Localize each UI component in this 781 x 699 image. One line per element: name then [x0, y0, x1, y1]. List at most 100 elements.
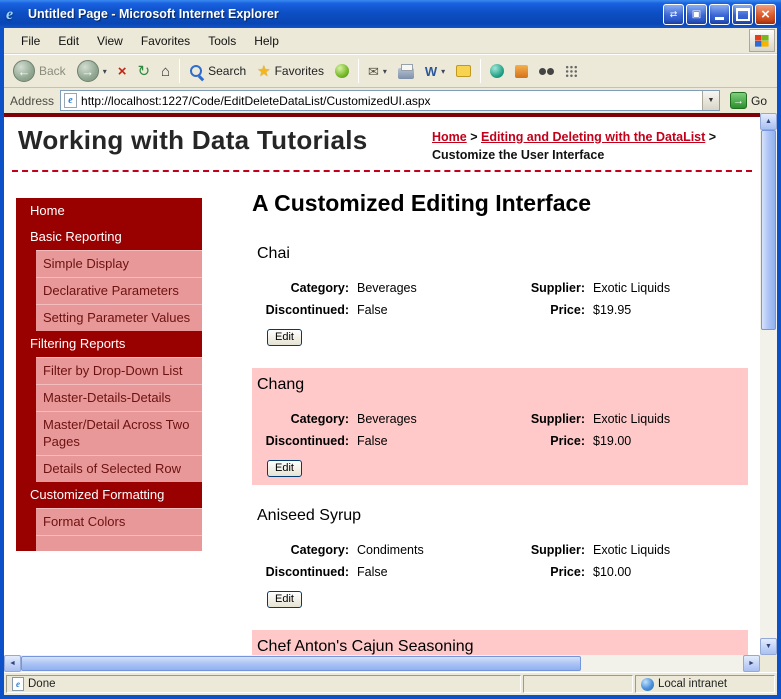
grid-icon [565, 64, 579, 78]
sidebar-item[interactable]: Declarative Parameters [36, 277, 202, 305]
category-value: Beverages [357, 281, 417, 296]
edit-button[interactable]: Edit [267, 460, 302, 478]
favorites-label: Favorites [274, 64, 324, 78]
horizontal-scrollbar[interactable] [4, 655, 760, 672]
menu-favorites[interactable]: Favorites [132, 31, 199, 51]
scroll-up-button[interactable] [760, 113, 777, 130]
scroll-left-button[interactable] [4, 655, 21, 672]
sidebar-item[interactable]: Simple Display [36, 250, 202, 278]
price-label: Price: [550, 303, 585, 318]
sidebar-item[interactable]: Details of Selected Row [36, 455, 202, 483]
mail-button[interactable] [363, 62, 392, 81]
page-body: Home Basic Reporting Simple Display Declara… [4, 172, 760, 655]
status-pane: Done [6, 675, 521, 693]
price-label: Price: [550, 434, 585, 449]
title-bar[interactable]: Untitled Page - Microsoft Internet Explo… [0, 0, 781, 28]
price-value: $10.00 [593, 565, 632, 580]
menu-tools[interactable]: Tools [199, 31, 245, 51]
address-input[interactable]: http://localhost:1227/Code/EditDeleteDat… [60, 90, 720, 111]
edit-button[interactable]: Edit [267, 591, 302, 609]
browser-viewport: Working with Data Tutorials Home > Editi… [4, 113, 777, 672]
address-bar: Address http://localhost:1227/Code/EditD… [4, 88, 777, 113]
toggle-screen-button[interactable] [686, 3, 707, 25]
scroll-right-button[interactable] [743, 655, 760, 672]
toggle-size-button[interactable] [663, 3, 684, 25]
research-button[interactable] [510, 62, 533, 81]
product-details: Category: Beverages Supplier: Exotic Liq… [257, 279, 738, 319]
discuss-icon [456, 65, 472, 77]
minimize-button[interactable] [709, 3, 730, 25]
discuss-button[interactable] [451, 62, 476, 80]
maximize-button[interactable] [732, 3, 753, 25]
messenger-button[interactable] [485, 61, 509, 81]
address-dropdown-button[interactable] [701, 91, 719, 110]
back-button[interactable]: Back [8, 57, 71, 85]
edit-word-button[interactable] [420, 62, 450, 81]
home-icon [161, 64, 170, 79]
menu-file[interactable]: File [12, 31, 49, 51]
edit-button[interactable]: Edit [267, 329, 302, 347]
go-icon [729, 92, 747, 109]
sidebar-item[interactable]: Master/Detail Across Two Pages [36, 411, 202, 456]
sidebar-item[interactable]: Home [16, 198, 202, 225]
discontinued-value: False [357, 434, 388, 449]
price-value: $19.00 [593, 434, 632, 449]
sidebar-item[interactable]: Format Colors [36, 508, 202, 536]
print-icon [397, 63, 414, 79]
sidebar-item[interactable]: Filter by Drop-Down List [36, 357, 202, 385]
sidebar-item[interactable]: Setting Parameter Values [36, 304, 202, 332]
page-header: Working with Data Tutorials Home > Editi… [4, 117, 760, 168]
scroll-down-button[interactable] [760, 638, 777, 655]
breadcrumb-home-link[interactable]: Home [432, 130, 467, 144]
search-button[interactable]: Search [184, 61, 251, 82]
forward-button[interactable] [72, 57, 112, 85]
page-content: Working with Data Tutorials Home > Editi… [4, 113, 760, 655]
breadcrumb-current: Customize the User Interface [432, 148, 605, 163]
product-list: Chai Category: Beverages Supplier: Exoti… [252, 237, 748, 655]
refresh-button[interactable] [132, 61, 155, 82]
horizontal-scrollbar-thumb[interactable] [21, 656, 581, 671]
vertical-scrollbar[interactable] [760, 113, 777, 655]
toolbar-separator [357, 59, 359, 83]
mail-icon [368, 65, 379, 78]
menu-view[interactable]: View [88, 31, 132, 51]
close-button[interactable] [755, 3, 776, 25]
window-title: Untitled Page - Microsoft Internet Explo… [28, 7, 279, 21]
breadcrumb: Home > Editing and Deleting with the Dat… [432, 125, 752, 164]
chevron-down-icon [103, 67, 107, 76]
price-value: $19.95 [593, 303, 632, 318]
category-label: Category: [290, 281, 349, 296]
menu-bar: File Edit View Favorites Tools Help [4, 28, 777, 54]
binoculars-icon [539, 67, 547, 75]
zone-text: Local intranet [658, 678, 728, 690]
stop-button[interactable] [113, 61, 132, 82]
search-label: Search [208, 64, 247, 78]
window-controls [661, 3, 776, 25]
sidebar-item[interactable]: Filtering Reports [16, 331, 202, 358]
discontinued-value: False [357, 303, 388, 318]
menu-help[interactable]: Help [245, 31, 288, 51]
sidebar-item[interactable]: Basic Reporting [16, 224, 202, 251]
search-icon [189, 64, 204, 79]
print-button[interactable] [393, 61, 419, 82]
breadcrumb-section-link[interactable]: Editing and Deleting with the DataList [481, 130, 705, 144]
sidebar-item[interactable]: Master-Details-Details [36, 384, 202, 412]
status-text: Done [28, 678, 56, 690]
media-button[interactable] [330, 61, 354, 81]
sidebar-item[interactable] [36, 535, 202, 552]
toolbar: Back Search Favorites [4, 54, 777, 88]
go-button[interactable]: Go [726, 91, 771, 110]
back-icon [13, 60, 35, 82]
supplier-value: Exotic Liquids [593, 412, 671, 427]
vertical-scrollbar-thumb[interactable] [761, 130, 776, 330]
grid-button[interactable] [560, 62, 583, 81]
home-button[interactable] [156, 61, 175, 82]
document-icon [12, 677, 24, 691]
favorites-button[interactable]: Favorites [252, 61, 329, 82]
binoculars-button[interactable] [534, 65, 559, 78]
site-title: Working with Data Tutorials [18, 125, 368, 155]
sidebar-item[interactable]: Customized Formatting [16, 482, 202, 509]
menu-edit[interactable]: Edit [49, 31, 88, 51]
supplier-value: Exotic Liquids [593, 281, 671, 296]
refresh-icon [137, 64, 150, 79]
